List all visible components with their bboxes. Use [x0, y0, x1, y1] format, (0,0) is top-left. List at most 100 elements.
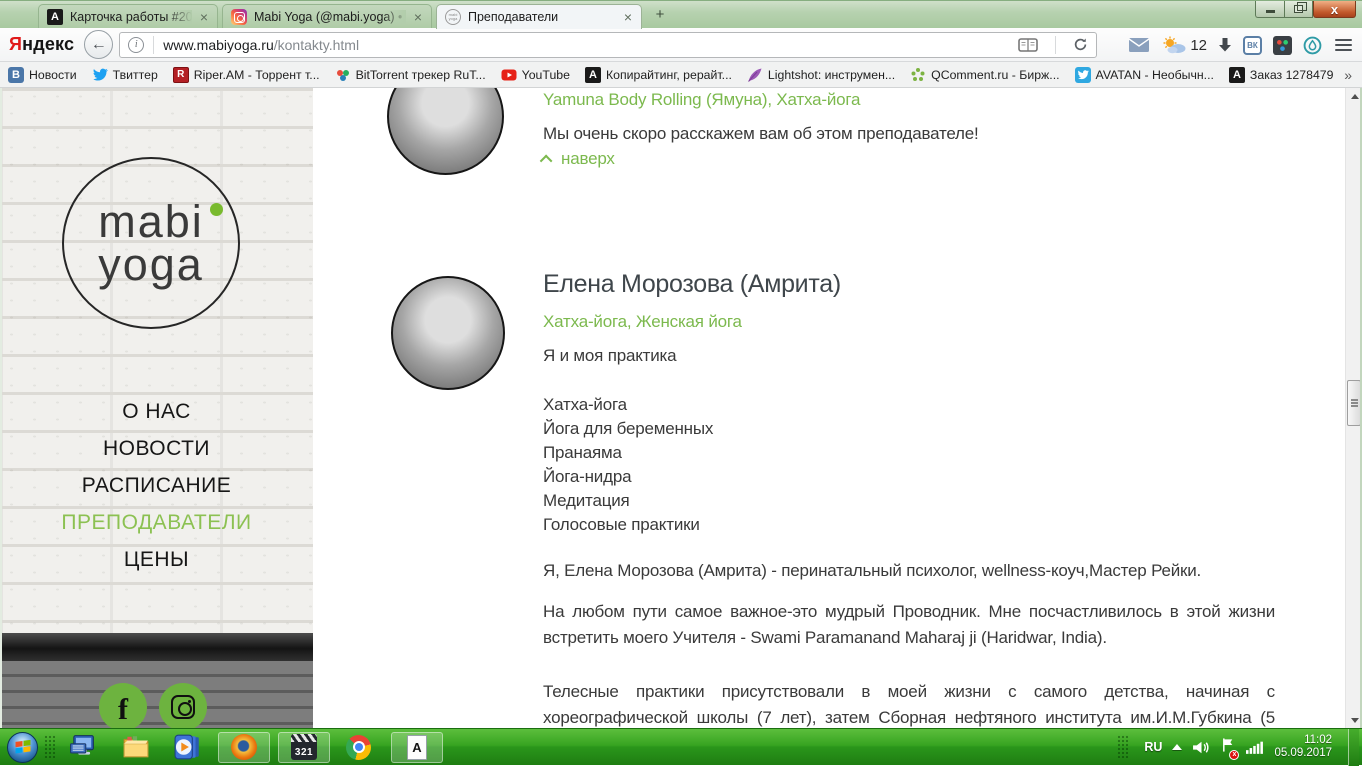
action-center-flag-icon[interactable]: x: [1221, 737, 1240, 760]
new-tab-button[interactable]: +: [648, 6, 672, 26]
tab-title: Mabi Yoga (@mabi.yoga) • Фот: [254, 10, 406, 24]
bookmarks-overflow-icon[interactable]: »: [1344, 67, 1354, 83]
show-desktop-button[interactable]: [1348, 728, 1359, 766]
bookmark-label: Копирайтинг, рерайт...: [605, 67, 732, 82]
windows-flag-icon: [15, 740, 30, 754]
windows-taskbar: 321 А RU x 11:02 05.09.2017: [0, 728, 1362, 766]
media-player-app[interactable]: [174, 734, 202, 760]
social-links: f: [99, 683, 207, 728]
explorer-app[interactable]: [122, 735, 150, 759]
mail-icon[interactable]: [1129, 38, 1150, 52]
menu-item-teachers[interactable]: ПРЕПОДАВАТЕЛИ: [61, 511, 251, 535]
back-button[interactable]: ←: [84, 30, 114, 59]
bookmark-advego[interactable]: А Копирайтинг, рерайт...: [584, 66, 732, 83]
bio-paragraph: Я, Елена Морозова (Амрита) - перинатальн…: [543, 561, 1202, 580]
mabiyoga-favicon-icon: mabi yoga: [445, 9, 461, 25]
tab-teachers[interactable]: mabi yoga Преподаватели ×: [436, 4, 642, 29]
bookmark-avatan[interactable]: AVATAN - Необычн...: [1074, 66, 1214, 83]
close-tab-icon[interactable]: ×: [413, 10, 423, 24]
vk-icon: В: [8, 66, 24, 83]
back-to-top-link[interactable]: наверх: [539, 149, 615, 169]
site-info-icon[interactable]: i: [128, 36, 145, 53]
chrome-app[interactable]: [346, 734, 371, 760]
weather-temperature: 12: [1190, 36, 1207, 54]
divider: [1055, 35, 1057, 54]
wmp-icon: [174, 734, 199, 760]
vk-extension-icon[interactable]: ВК: [1243, 35, 1262, 55]
volume-icon[interactable]: [1192, 740, 1211, 755]
teacher-specialties-link[interactable]: Хатха-йога, Женская йога: [543, 312, 742, 332]
lightshot-feather-icon: [747, 67, 763, 83]
klite-label: 321: [294, 747, 314, 758]
rds-extension-icon[interactable]: [1273, 35, 1292, 55]
navigation-toolbar: Яндекс ← i www.mabiyoga.ru/kontakty.html…: [0, 28, 1362, 62]
hidden-icons-button[interactable]: [1172, 744, 1183, 750]
menu-item-prices[interactable]: ЦЕНЫ: [124, 548, 189, 572]
minimize-button[interactable]: [1255, 1, 1284, 18]
teacher-name: Елена Морозова (Амрита): [543, 270, 841, 298]
teacher-note: Мы очень скоро расскажем вам об этом пре…: [543, 124, 979, 143]
facebook-link[interactable]: f: [99, 683, 147, 728]
page-content: Yamuna Body Rolling (Ямуна), Хатха-йога …: [313, 88, 1345, 728]
menu-item-schedule[interactable]: РАСПИСАНИЕ: [82, 474, 231, 498]
url-text[interactable]: www.mabiyoga.ru/kontakty.html: [163, 37, 359, 53]
bookmarks-bar: В Новости Твиттер R Riper.AM - Торрент т..…: [0, 62, 1362, 88]
back-arrow-icon: ←: [90, 35, 107, 53]
restore-button[interactable]: [1284, 1, 1313, 18]
bookmark-zakaz[interactable]: А Заказ 12784796 / 190....: [1228, 66, 1334, 83]
network-signal-icon[interactable]: [1246, 741, 1264, 754]
reload-icon[interactable]: [1073, 37, 1088, 52]
logo-line1: mabi: [98, 196, 204, 247]
practice-item: Голосовые практики: [543, 515, 700, 534]
practice-item: Йога для беременных: [543, 419, 714, 438]
arrow-up-icon: [1350, 93, 1359, 99]
advego-taskbar-button[interactable]: А: [391, 731, 443, 763]
klite-taskbar-button[interactable]: 321: [278, 731, 330, 763]
close-tab-icon[interactable]: ×: [623, 10, 633, 24]
teacher-specialties-link[interactable]: Yamuna Body Rolling (Ямуна), Хатха-йога: [543, 90, 860, 110]
bookmark-label: Lightshot: инструмен...: [767, 67, 896, 82]
qcomment-icon: [910, 67, 926, 83]
weather-widget[interactable]: 12: [1160, 36, 1207, 54]
menu-item-news[interactable]: НОВОСТИ: [103, 437, 210, 461]
advego-document-icon: А: [407, 734, 427, 760]
system-tray: RU x 11:02 05.09.2017: [1111, 728, 1362, 766]
floor-shadow: [0, 633, 313, 661]
reader-mode-icon[interactable]: [1018, 37, 1039, 52]
menu-icon[interactable]: [1333, 35, 1354, 56]
instagram-favicon-icon: [231, 9, 247, 25]
logo-line2: yoga: [98, 239, 204, 290]
facebook-icon: f: [118, 693, 128, 726]
remote-desktop-app[interactable]: [69, 734, 96, 760]
start-button[interactable]: [7, 731, 38, 763]
bookmark-novosti[interactable]: В Новости: [8, 66, 77, 83]
bookmark-riper[interactable]: R Riper.AM - Торрент т...: [172, 66, 320, 83]
bookmark-twitter[interactable]: Твиттер: [92, 67, 158, 83]
computer-icon: [70, 735, 94, 755]
back-to-top-label: наверх: [561, 149, 615, 168]
bookmark-lightshot[interactable]: Lightshot: инструмен...: [747, 67, 895, 83]
download-icon[interactable]: [1218, 37, 1232, 53]
tab-advego-work[interactable]: А Карточка работы #20097636 ×: [38, 4, 218, 29]
menu-item-about[interactable]: О НАС: [122, 400, 191, 424]
close-button[interactable]: x: [1313, 1, 1356, 18]
tab-instagram[interactable]: Mabi Yoga (@mabi.yoga) • Фот ×: [222, 4, 432, 29]
taskbar-clock[interactable]: 11:02 05.09.2017: [1274, 734, 1332, 760]
restore-icon: [1294, 2, 1307, 13]
language-indicator[interactable]: RU: [1144, 740, 1162, 754]
arrow-down-icon: [1350, 717, 1359, 723]
address-bar[interactable]: i www.mabiyoga.ru/kontakty.html: [119, 31, 1098, 58]
close-tab-icon[interactable]: ×: [199, 10, 209, 24]
teacher-photo-elena: [391, 276, 505, 390]
scrollbar-thumb[interactable]: [1347, 380, 1361, 426]
bookmark-rutracker[interactable]: BitTorrent трекер RuT...: [335, 67, 486, 83]
mabi-yoga-logo[interactable]: mabi yoga: [62, 157, 240, 329]
firefox-taskbar-button[interactable]: [218, 731, 270, 763]
tab-bar: А Карточка работы #20097636 × Mabi Yoga …: [0, 0, 1362, 29]
yandex-logo[interactable]: Яндекс: [9, 34, 74, 55]
frigate-extension-icon[interactable]: [1303, 36, 1322, 55]
screen: А Карточка работы #20097636 × Mabi Yoga …: [0, 0, 1362, 766]
instagram-link[interactable]: [159, 683, 207, 728]
bookmark-youtube[interactable]: YouTube: [501, 67, 570, 83]
bookmark-qcomment[interactable]: QComment.ru - Бирж...: [910, 67, 1060, 83]
